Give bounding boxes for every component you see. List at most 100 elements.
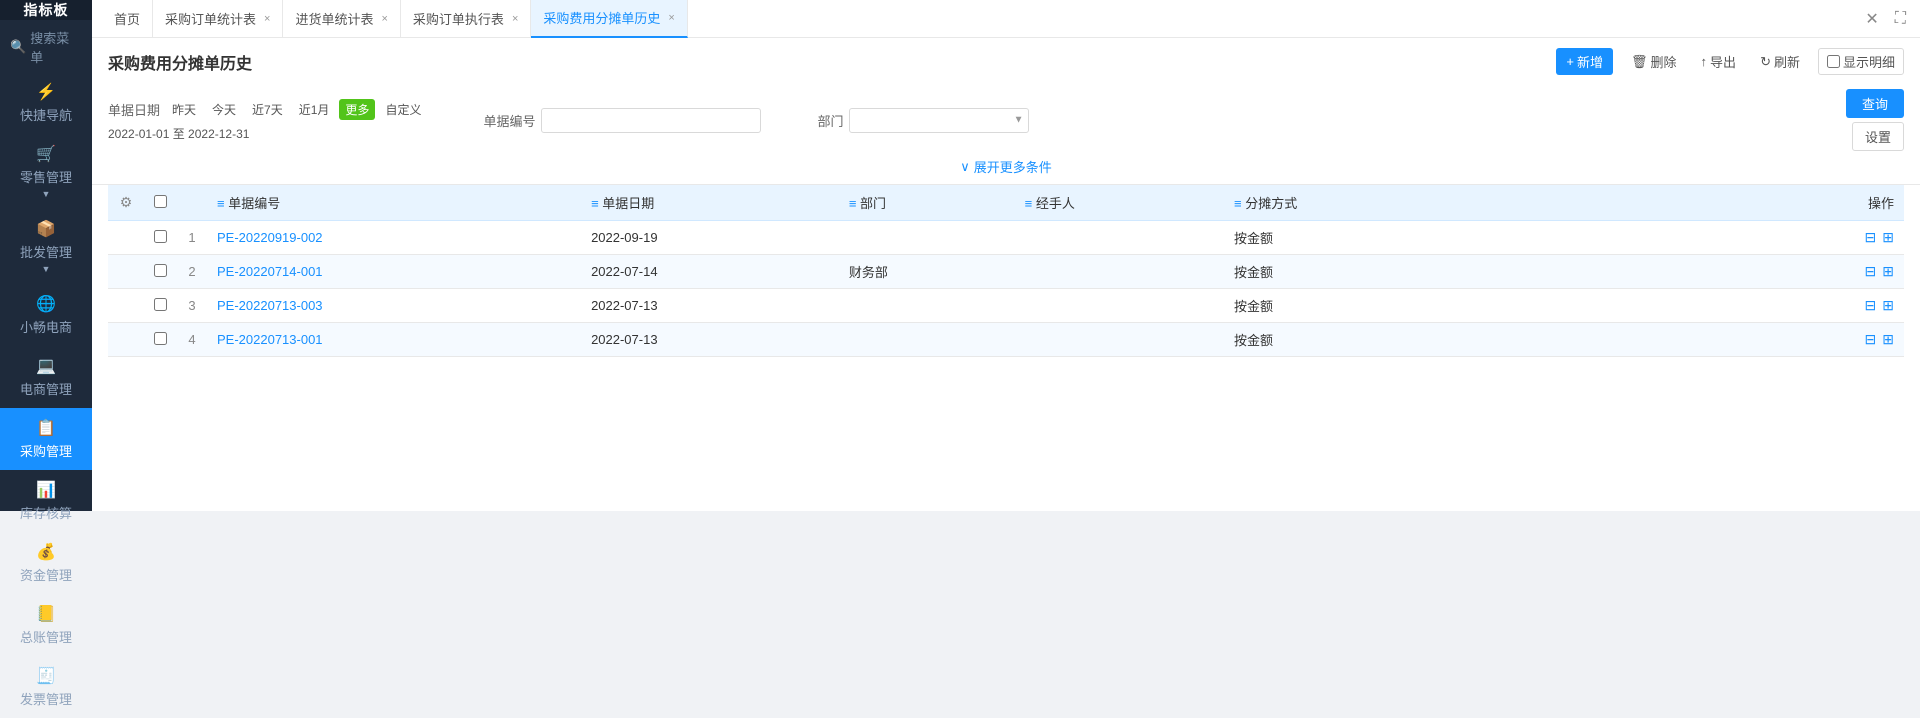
- sidebar-item-retail[interactable]: 🛒 零售管理 ▼: [0, 134, 92, 209]
- refresh-button[interactable]: ↻ 刷新: [1754, 48, 1806, 75]
- sidebar-item-inventory[interactable]: 📊 库存核算: [0, 470, 92, 532]
- row-order-no-link-0[interactable]: PE-20220919-002: [217, 230, 323, 245]
- row-view-btn-3[interactable]: ⊟: [1865, 331, 1877, 348]
- sidebar-item-purchase[interactable]: 📋 采购管理: [0, 408, 92, 470]
- sidebar-item-wholesale[interactable]: 📦 批发管理 ▼: [0, 209, 92, 284]
- row-edit-btn-1[interactable]: ⊞: [1882, 263, 1894, 280]
- tab-home[interactable]: 首页: [102, 0, 153, 38]
- search-button[interactable]: 查询: [1846, 89, 1904, 118]
- plus-icon: +: [1566, 54, 1574, 69]
- row-handler-2: [1015, 289, 1224, 323]
- row-select-2[interactable]: [154, 298, 167, 311]
- date-filter: 单据日期 昨天 今天 近7天 近1月 更多 自定义 2022-01-01 至 2…: [108, 99, 427, 142]
- col-num: [177, 185, 207, 221]
- date-btn-1month[interactable]: 近1月: [293, 99, 336, 120]
- row-ops-3: ⊟ ⊞: [1824, 323, 1904, 357]
- tab-fullscreen-btn[interactable]: ⛶: [1891, 8, 1910, 30]
- tab-close-purchase-order-exec[interactable]: ×: [512, 13, 518, 25]
- row-select-1[interactable]: [154, 264, 167, 277]
- row-checkbox-1: [144, 255, 177, 289]
- inventory-icon: 📊: [36, 480, 56, 500]
- col-date: ≡ 单据日期: [581, 185, 839, 221]
- sidebar-purchase-label: 采购管理: [20, 441, 72, 460]
- show-cols-label: 显示明细: [1843, 52, 1895, 71]
- row-view-btn-0[interactable]: ⊟: [1865, 229, 1877, 246]
- sidebar-item-ledger[interactable]: 📒 总账管理: [0, 594, 92, 656]
- sidebar-item-ecommerce-small[interactable]: 🌐 小畅电商: [0, 284, 92, 346]
- show-cols-checkbox[interactable]: [1827, 55, 1840, 68]
- export-button[interactable]: ↑ 导出: [1695, 48, 1743, 75]
- sidebar-inventory-label: 库存核算: [20, 503, 72, 522]
- row-order-no-2: PE-20220713-003: [207, 289, 581, 323]
- main-area: 首页 采购订单统计表 × 进货单统计表 × 采购订单执行表 × 采购费用分摊单历…: [92, 0, 1920, 511]
- tab-close-inbound-stats[interactable]: ×: [381, 13, 387, 25]
- sidebar-ledger-label: 总账管理: [20, 627, 72, 646]
- sidebar-item-ecommerce[interactable]: 💻 电商管理: [0, 346, 92, 408]
- tab-purchase-cost-history[interactable]: 采购费用分摊单历史 ×: [531, 0, 687, 38]
- row-order-no-link-1[interactable]: PE-20220714-001: [217, 264, 323, 279]
- table-row: 4 PE-20220713-001 2022-07-13 按金额 ⊟ ⊞: [108, 323, 1904, 357]
- row-order-no-link-3[interactable]: PE-20220713-001: [217, 332, 323, 347]
- col-handler-label: 经手人: [1036, 196, 1075, 211]
- col-split-method-icon: ≡: [1234, 196, 1242, 211]
- sidebar: 指标板 🔍 搜索菜单 ⚡ 快捷导航 🛒 零售管理 ▼ 📦 批发管理 ▼ 🌐 小畅…: [0, 0, 92, 511]
- row-select-3[interactable]: [154, 332, 167, 345]
- col-ops: 操作: [1824, 185, 1904, 221]
- expand-more-btn[interactable]: ∨ 展开更多条件: [108, 157, 1904, 176]
- date-btn-today[interactable]: 今天: [206, 99, 242, 120]
- sidebar-item-search[interactable]: 🔍 搜索菜单: [0, 20, 92, 72]
- sidebar-search-label: 搜索菜单: [30, 28, 82, 66]
- sidebar-item-quick[interactable]: ⚡ 快捷导航: [0, 72, 92, 134]
- date-range-display: 2022-01-01 至 2022-12-31: [108, 125, 427, 142]
- tab-close-all-btn[interactable]: ✕: [1861, 7, 1882, 31]
- sidebar-invoice-label: 发票管理: [20, 689, 72, 708]
- sidebar-logo: 指标板: [0, 0, 92, 20]
- table-row: 3 PE-20220713-003 2022-07-13 按金额 ⊟ ⊞: [108, 289, 1904, 323]
- purchase-icon: 📋: [36, 418, 56, 438]
- col-order-no: ≡ 单据编号: [207, 185, 581, 221]
- row-select-0[interactable]: [154, 230, 167, 243]
- page-header: 采购费用分摊单历史 + 新增 🗑 删除 ↑ 导出 ↻ 刷新: [92, 38, 1920, 81]
- date-shortcuts: 昨天 今天 近7天 近1月 更多 自定义: [166, 99, 427, 120]
- date-btn-7days[interactable]: 近7天: [246, 99, 289, 120]
- tab-purchase-order-exec[interactable]: 采购订单执行表 ×: [401, 0, 531, 38]
- row-split-method-2: 按金额: [1224, 289, 1824, 323]
- row-settings-0: [108, 221, 144, 255]
- order-no-input[interactable]: [541, 108, 761, 133]
- row-view-btn-1[interactable]: ⊟: [1865, 263, 1877, 280]
- row-edit-btn-3[interactable]: ⊞: [1882, 331, 1894, 348]
- row-edit-btn-0[interactable]: ⊞: [1882, 229, 1894, 246]
- row-handler-1: [1015, 255, 1224, 289]
- sidebar-ecommerce-small-label: 小畅电商: [20, 317, 72, 336]
- col-settings-icon[interactable]: ⚙: [120, 194, 133, 210]
- show-cols-button[interactable]: 显示明细: [1818, 48, 1904, 75]
- add-button[interactable]: + 新增: [1556, 48, 1613, 75]
- tab-inbound-stats[interactable]: 进货单统计表 ×: [283, 0, 400, 38]
- dept-select[interactable]: 财务部: [849, 108, 1029, 133]
- sidebar-finance-label: 资金管理: [20, 565, 72, 584]
- sidebar-item-finance[interactable]: 💰 资金管理: [0, 532, 92, 594]
- sidebar-item-invoice[interactable]: 🧾 发票管理: [0, 656, 92, 718]
- row-order-no-link-2[interactable]: PE-20220713-003: [217, 298, 323, 313]
- row-order-no-0: PE-20220919-002: [207, 221, 581, 255]
- row-view-btn-2[interactable]: ⊟: [1865, 297, 1877, 314]
- filter-settings-button[interactable]: 设置: [1852, 122, 1904, 151]
- tab-close-purchase-cost-history[interactable]: ×: [668, 12, 674, 24]
- export-icon: ↑: [1701, 54, 1708, 69]
- select-all-checkbox[interactable]: [154, 195, 167, 208]
- date-btn-yesterday[interactable]: 昨天: [166, 99, 202, 120]
- col-handler-icon: ≡: [1025, 196, 1033, 211]
- tab-purchase-cost-history-label: 采购费用分摊单历史: [543, 8, 660, 27]
- row-num-2: 3: [177, 289, 207, 323]
- tab-purchase-order-exec-label: 采购订单执行表: [413, 9, 504, 28]
- delete-button[interactable]: 🗑 删除: [1625, 48, 1683, 75]
- row-ops-1: ⊟ ⊞: [1824, 255, 1904, 289]
- date-btn-more[interactable]: 更多: [339, 99, 375, 120]
- tab-close-purchase-order-stats[interactable]: ×: [264, 13, 270, 25]
- sidebar-ecommerce-label: 电商管理: [20, 379, 72, 398]
- row-edit-btn-2[interactable]: ⊞: [1882, 297, 1894, 314]
- col-split-method-label: 分摊方式: [1245, 196, 1297, 211]
- date-btn-custom[interactable]: 自定义: [379, 99, 427, 120]
- wholesale-icon: 📦: [36, 219, 56, 239]
- tab-purchase-order-stats[interactable]: 采购订单统计表 ×: [153, 0, 283, 38]
